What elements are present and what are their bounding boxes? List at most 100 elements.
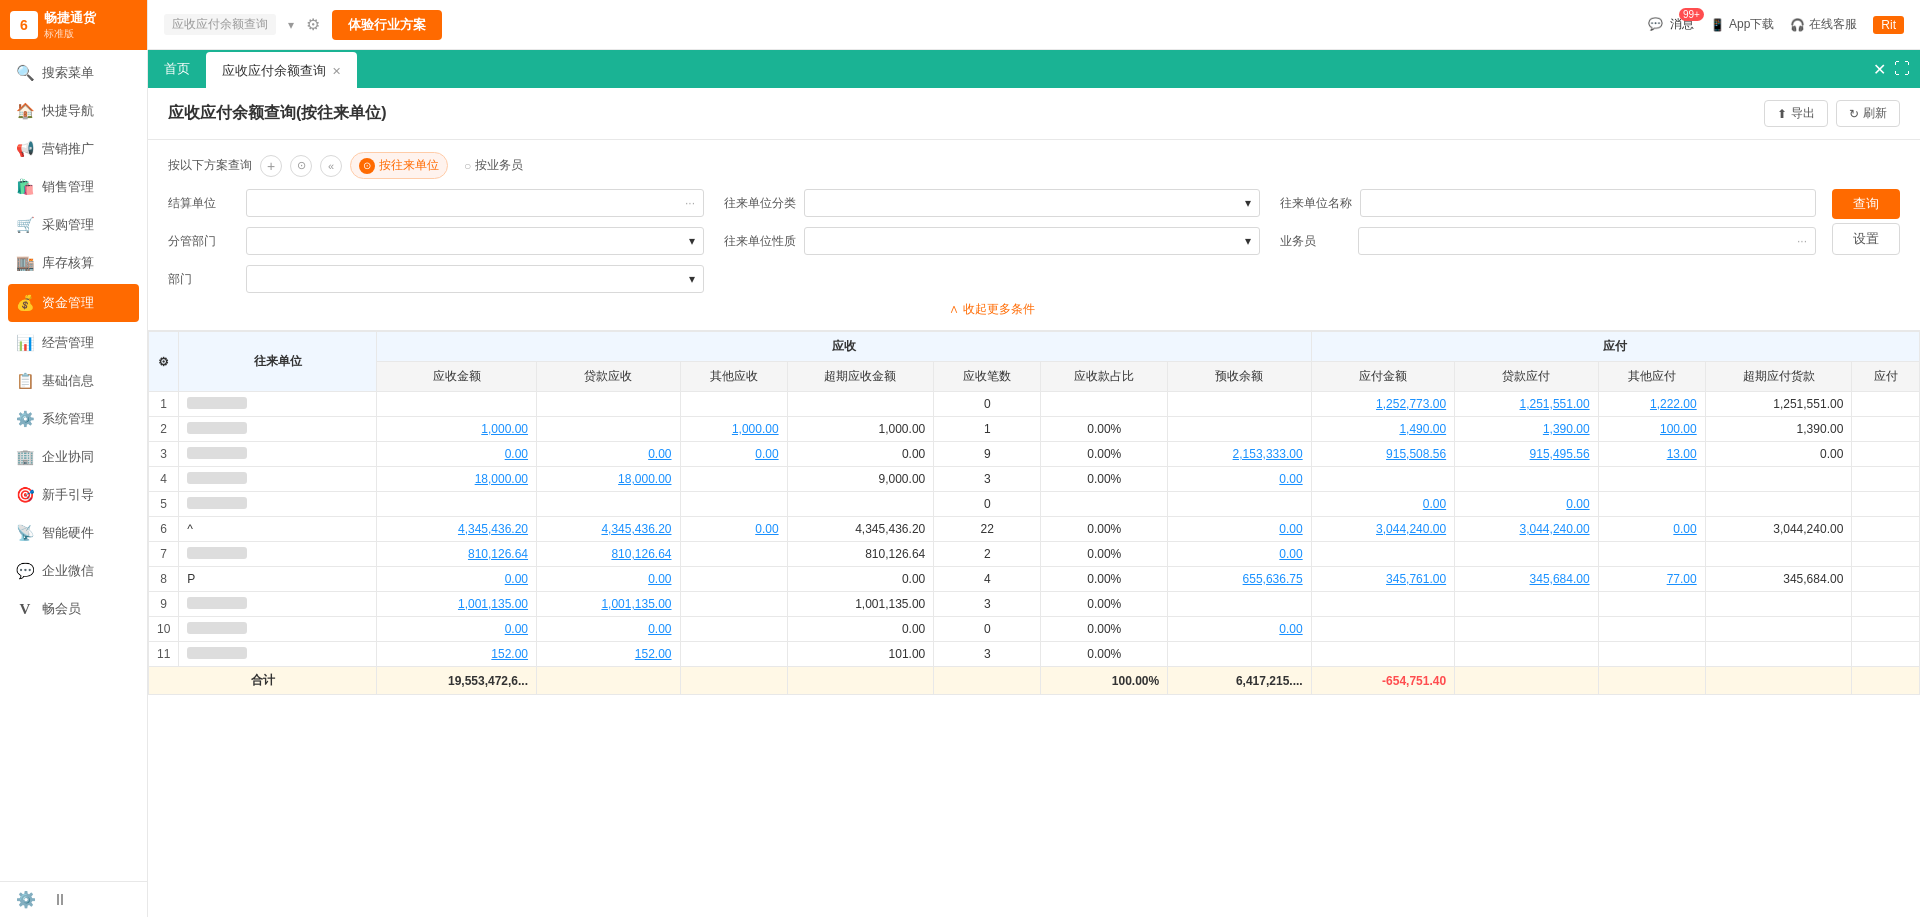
tab-close-icon[interactable]: ✕: [332, 65, 341, 78]
sidebar-item-marketing[interactable]: 📢 营销推广: [0, 130, 147, 168]
footer-ar-loan: [537, 667, 680, 695]
refresh-label: 刷新: [1863, 105, 1887, 122]
data-table-wrap: ⚙ 往来单位 应收 应付 应收金额 贷款应收 其他应收 超期应收金额 应收笔数 …: [148, 331, 1920, 917]
sidebar-item-finance[interactable]: 💰 资金管理: [8, 284, 139, 322]
sidebar: 6 畅捷通货 标准版 🔍 搜索菜单 🏠 快捷导航 📢 营销推广 🛍️ 销售管理 …: [0, 0, 148, 917]
customer-category-select[interactable]: ▾: [804, 189, 1260, 217]
app-download-button[interactable]: 📱 App下载: [1710, 16, 1774, 33]
customer-cell: xxxxxxxx: [179, 642, 377, 667]
user-profile[interactable]: Rit: [1873, 18, 1904, 32]
sidebar-item-label: 系统管理: [42, 410, 94, 428]
sidebar-item-search[interactable]: 🔍 搜索菜单: [0, 54, 147, 92]
sidebar-item-label: 企业协同: [42, 448, 94, 466]
chevron-down-icon[interactable]: ▾: [288, 18, 294, 32]
settlement-unit-field: 结算单位 ···: [168, 189, 704, 217]
department-select[interactable]: ▾: [246, 265, 704, 293]
chevron-down-icon: ▾: [1245, 234, 1251, 248]
settlement-unit-input[interactable]: ···: [246, 189, 704, 217]
refresh-button[interactable]: ↻ 刷新: [1836, 100, 1900, 127]
scheme-by-staff[interactable]: ○ 按业务员: [456, 153, 531, 178]
sidebar-item-inventory[interactable]: 🏬 库存核算: [0, 244, 147, 282]
sidebar-item-basic[interactable]: 📋 基础信息: [0, 362, 147, 400]
chevron-down-icon: ▾: [689, 272, 695, 286]
sidebar-item-guide[interactable]: 🎯 新手引导: [0, 476, 147, 514]
tab-home[interactable]: 首页: [148, 50, 206, 88]
search-icon: 🔍: [16, 64, 34, 82]
sidebar-item-purchase[interactable]: 🛒 采购管理: [0, 206, 147, 244]
dots-icon: ···: [685, 196, 695, 210]
scheme-label: 按往来单位: [379, 157, 439, 174]
guide-icon: 🎯: [16, 486, 34, 504]
footer-ap-other: [1598, 667, 1705, 695]
table-row: 9xxxxxxxx1,001,135.001,001,135.001,001,1…: [149, 592, 1920, 617]
export-button[interactable]: ⬆ 导出: [1764, 100, 1828, 127]
sidebar-item-hardware[interactable]: 📡 智能硬件: [0, 514, 147, 552]
footer-ar-overdue: [787, 667, 934, 695]
close-icon[interactable]: ✕: [1873, 60, 1886, 79]
expand-icon[interactable]: ⛶: [1894, 60, 1910, 78]
customer-nature-select[interactable]: ▾: [804, 227, 1260, 255]
add-scheme-button[interactable]: +: [260, 155, 282, 177]
table-settings-header[interactable]: ⚙: [149, 332, 179, 392]
customer-cell: xxxxxxxx: [179, 617, 377, 642]
scheme-collapse-icon[interactable]: «: [320, 155, 342, 177]
sidebar-item-label: 经营管理: [42, 334, 94, 352]
purchase-icon: 🛒: [16, 216, 34, 234]
sales-icon: 🛍️: [16, 178, 34, 196]
page-actions: ⬆ 导出 ↻ 刷新: [1764, 100, 1900, 127]
customer-cell: xxxxxxxx: [179, 492, 377, 517]
customer-cell: xxxxxxxx: [179, 592, 377, 617]
collapse-icon: ∧: [949, 302, 959, 316]
user-name: Rit: [1873, 16, 1904, 34]
messages-button[interactable]: 💬 99+ 消息: [1648, 16, 1694, 33]
table-row: 2xxxxxxxx1,000.001,000.001,000.0010.00%1…: [149, 417, 1920, 442]
page-title: 应收应付余额查询(按往来单位): [168, 103, 387, 124]
sidebar-item-label: 营销推广: [42, 140, 94, 158]
online-service-button[interactable]: 🎧 在线客服: [1790, 16, 1857, 33]
table-row: 3xxxxxxxx0.000.000.000.0090.00%2,153,333…: [149, 442, 1920, 467]
sidebar-item-enterprise[interactable]: 🏢 企业协同: [0, 438, 147, 476]
sidebar-item-label: 企业微信: [42, 562, 94, 580]
tab-label: 应收应付余额查询: [222, 62, 326, 80]
sidebar-item-member[interactable]: V 畅会员: [0, 590, 147, 628]
sidebar-item-wechat[interactable]: 💬 企业微信: [0, 552, 147, 590]
footer-ar-count: [934, 667, 1041, 695]
table-row: 10xxxxxxxx0.000.000.0000.00%0.00: [149, 617, 1920, 642]
sidebar-item-label: 基础信息: [42, 372, 94, 390]
scheme-settings-icon[interactable]: ⊙: [290, 155, 312, 177]
sidebar-item-sales[interactable]: 🛍️ 销售管理: [0, 168, 147, 206]
filter-collapse-button[interactable]: ∧ 收起更多条件: [168, 301, 1816, 318]
collapse-icon[interactable]: ⏸: [52, 891, 68, 909]
settings-icon[interactable]: ⚙️: [16, 890, 36, 909]
customer-cell: P: [179, 567, 377, 592]
ap-other-header: 其他应付: [1598, 362, 1705, 392]
message-badge: 99+: [1679, 8, 1704, 21]
sidebar-item-label: 快捷导航: [42, 102, 94, 120]
marketing-icon: 📢: [16, 140, 34, 158]
gear-icon[interactable]: ⚙: [306, 15, 320, 34]
customer-name-input[interactable]: [1360, 189, 1816, 217]
customer-cell: xxxxxxxx: [179, 442, 377, 467]
industry-solution-button[interactable]: 体验行业方案: [332, 10, 442, 40]
ap-amount-header: 应付金额: [1311, 362, 1454, 392]
sidebar-item-system[interactable]: ⚙️ 系统管理: [0, 400, 147, 438]
customer-nature-label: 往来单位性质: [724, 233, 796, 250]
wechat-icon: 💬: [16, 562, 34, 580]
filter-label: 按以下方案查询: [168, 157, 252, 174]
sidebar-item-label: 资金管理: [42, 294, 94, 312]
data-table: ⚙ 往来单位 应收 应付 应收金额 贷款应收 其他应收 超期应收金额 应收笔数 …: [148, 331, 1920, 695]
query-button[interactable]: 查询: [1832, 189, 1900, 219]
managing-dept-select[interactable]: ▾: [246, 227, 704, 255]
filter-area: 按以下方案查询 + ⊙ « ⊙ 按往来单位 ○ 按业务员 结算单位 ···: [148, 140, 1920, 331]
settings-button[interactable]: 设置: [1832, 223, 1900, 255]
scheme-by-customer[interactable]: ⊙ 按往来单位: [350, 152, 448, 179]
export-icon: ⬆: [1777, 107, 1787, 121]
chevron-down-icon: ▾: [689, 234, 695, 248]
salesperson-input[interactable]: ···: [1358, 227, 1816, 255]
sidebar-item-quicknav[interactable]: 🏠 快捷导航: [0, 92, 147, 130]
footer-ar-amount: 19,553,472,6...: [377, 667, 537, 695]
sidebar-item-operations[interactable]: 📊 经营管理: [0, 324, 147, 362]
filter-buttons: 查询 设置: [1832, 189, 1900, 255]
tab-ar-ap-query[interactable]: 应收应付余额查询 ✕: [206, 52, 357, 90]
sidebar-item-label: 智能硬件: [42, 524, 94, 542]
